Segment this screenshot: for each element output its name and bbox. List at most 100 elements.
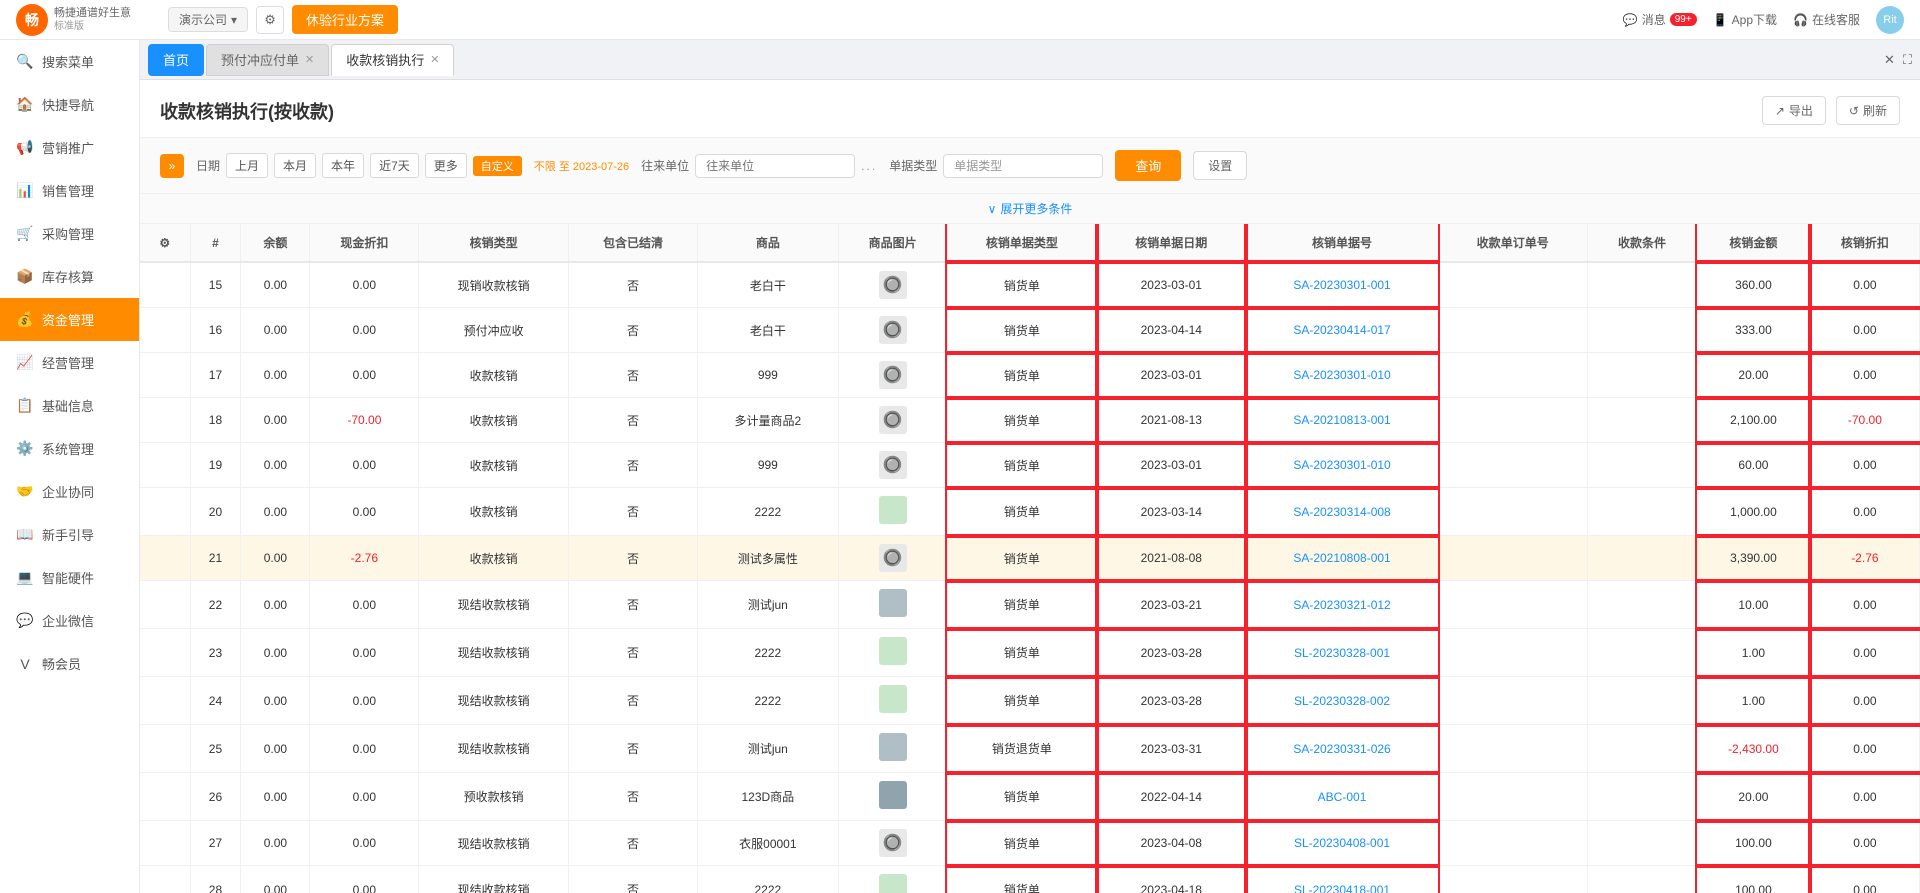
avatar[interactable]: Rit: [1876, 6, 1904, 34]
cell-seq: 27: [190, 821, 241, 866]
cell-cancel-no[interactable]: SA-20230301-010: [1246, 353, 1438, 398]
cell-cash-discount: 0.00: [310, 866, 419, 893]
cell-cancel-amount: 3,390.00: [1697, 536, 1811, 581]
sidebar-item-marketing[interactable]: 📢 营销推广: [0, 126, 139, 169]
cell-cancel-no[interactable]: SA-20230331-026: [1246, 725, 1438, 773]
refresh-button[interactable]: ↺ 刷新: [1836, 96, 1900, 125]
cell-cancel-amount: 1.00: [1697, 629, 1811, 677]
cell-cancel-date: 2023-03-28: [1097, 629, 1246, 677]
solution-button[interactable]: 休验行业方案: [292, 5, 398, 34]
cell-cancel-voucher-type: 销货单: [947, 398, 1096, 443]
cell-cash-discount: 0.00: [310, 725, 419, 773]
cell-cancel-no[interactable]: SA-20210813-001: [1246, 398, 1438, 443]
col-seq-header: #: [190, 224, 241, 262]
cell-settings: [140, 629, 190, 677]
export-button[interactable]: ↗ 导出: [1762, 96, 1826, 125]
close-window-icon[interactable]: ✕: [1884, 52, 1895, 68]
cell-cancel-date: 2023-04-18: [1097, 866, 1246, 893]
cell-cancel-no[interactable]: SA-20230301-010: [1246, 443, 1438, 488]
date-this-year[interactable]: 本年: [322, 153, 364, 178]
message-nav[interactable]: 💬 消息 99+: [1623, 11, 1697, 28]
cell-cancel-no[interactable]: SL-20230418-001: [1246, 866, 1438, 893]
sidebar-item-search[interactable]: 🔍 搜索菜单: [0, 40, 139, 83]
cell-cancel-no[interactable]: SA-20230301-001: [1246, 262, 1438, 308]
product-image: [879, 733, 907, 761]
maximize-icon[interactable]: ⛶: [1903, 52, 1912, 68]
col-settings-header[interactable]: ⚙: [140, 224, 190, 262]
filter-settings-button[interactable]: 设置: [1193, 151, 1247, 180]
sidebar-item-member[interactable]: V 畅会员: [0, 642, 139, 685]
sales-icon: 📊: [16, 182, 34, 200]
cell-receipt-order-no: [1438, 262, 1587, 308]
tab-receipt-cancel[interactable]: 收款核销执行 ✕: [331, 44, 454, 76]
cell-cancel-discount: 0.00: [1810, 581, 1919, 629]
sidebar-item-operations[interactable]: 📈 经营管理: [0, 341, 139, 384]
sidebar-item-inventory[interactable]: 📦 库存核算: [0, 255, 139, 298]
product-image: 🔘: [879, 544, 907, 572]
cell-settled: 否: [568, 353, 697, 398]
cell-cancel-no[interactable]: SA-20230414-017: [1246, 308, 1438, 353]
table-row: 17 0.00 0.00 收款核销 否 999 🔘 销货单 2023-03-01…: [140, 353, 1920, 398]
sidebar-item-finance[interactable]: 💰 资金管理: [0, 298, 139, 341]
settings-icon[interactable]: ⚙: [256, 6, 284, 34]
company-selector[interactable]: 演示公司 ▾: [168, 7, 248, 32]
date-custom[interactable]: 自定义: [473, 156, 522, 176]
cell-goods-img: [838, 581, 947, 629]
tab-close-prepay[interactable]: ✕: [305, 53, 314, 66]
sidebar-item-sales[interactable]: 📊 销售管理: [0, 169, 139, 212]
counterpart-input[interactable]: [695, 154, 855, 178]
online-service-nav[interactable]: 🎧 在线客服: [1793, 11, 1860, 28]
counterpart-dots: ...: [861, 159, 877, 173]
sidebar-item-shortcuts[interactable]: 🏠 快捷导航: [0, 83, 139, 126]
sidebar-item-system[interactable]: ⚙️ 系统管理: [0, 427, 139, 470]
cell-cancel-no[interactable]: SL-20230408-001: [1246, 821, 1438, 866]
date-more[interactable]: 更多: [425, 153, 467, 178]
cell-cancel-no[interactable]: ABC-001: [1246, 773, 1438, 821]
tab-prepay[interactable]: 预付冲应付单 ✕: [206, 44, 329, 76]
cell-settled: 否: [568, 866, 697, 893]
cell-seq: 16: [190, 308, 241, 353]
cell-receipt-order-no: [1438, 773, 1587, 821]
cell-cancel-voucher-type: 销货单: [947, 821, 1096, 866]
query-button[interactable]: 查询: [1115, 150, 1181, 181]
cell-seq: 20: [190, 488, 241, 536]
filter-expand-button[interactable]: »: [160, 154, 184, 178]
date-7days[interactable]: 近7天: [370, 153, 419, 178]
page-title: 收款核销执行(按收款): [160, 98, 334, 124]
search-icon: 🔍: [16, 53, 34, 71]
wechat-icon: 💬: [16, 612, 34, 630]
sidebar-item-guide[interactable]: 📖 新手引导: [0, 513, 139, 556]
cell-cancel-no[interactable]: SA-20230314-008: [1246, 488, 1438, 536]
voucher-type-select[interactable]: 单据类型: [943, 154, 1103, 178]
sidebar-item-cooperation[interactable]: 🤝 企业协同: [0, 470, 139, 513]
cell-cancel-date: 2021-08-13: [1097, 398, 1246, 443]
cell-receipt-order-no: [1438, 821, 1587, 866]
cell-cancel-discount: 0.00: [1810, 821, 1919, 866]
col-cancel-discount-header: 核销折扣: [1810, 224, 1919, 262]
date-this-month[interactable]: 本月: [274, 153, 316, 178]
cell-cancel-no[interactable]: SL-20230328-002: [1246, 677, 1438, 725]
sidebar: 🔍 搜索菜单 🏠 快捷导航 📢 营销推广 📊 销售管理 🛒 采购管理 📦 库存核…: [0, 40, 140, 893]
cell-goods-img: 🔘: [838, 353, 947, 398]
col-cancel-date-header: 核销单据日期: [1097, 224, 1246, 262]
expand-more-button[interactable]: ∨ 展开更多条件: [988, 200, 1073, 217]
cell-goods-img: [838, 488, 947, 536]
sidebar-item-hardware[interactable]: 💻 智能硬件: [0, 556, 139, 599]
logo: 畅 畅捷通谱好生意 标准版: [16, 4, 156, 36]
cell-cancel-no[interactable]: SL-20230328-001: [1246, 629, 1438, 677]
cell-cancel-amount: 10.00: [1697, 581, 1811, 629]
col-receipt-cond-header: 收款条件: [1587, 224, 1696, 262]
sidebar-item-basic-info[interactable]: 📋 基础信息: [0, 384, 139, 427]
sidebar-item-purchase[interactable]: 🛒 采购管理: [0, 212, 139, 255]
cell-cancel-no[interactable]: SA-20230321-012: [1246, 581, 1438, 629]
table-row: 23 0.00 0.00 现结收款核销 否 2222 销货单 2023-03-2…: [140, 629, 1920, 677]
col-cancel-voucher-type-header: 核销单据类型: [947, 224, 1096, 262]
sidebar-item-wechat[interactable]: 💬 企业微信: [0, 599, 139, 642]
cell-cancel-no[interactable]: SA-20210808-001: [1246, 536, 1438, 581]
tab-home[interactable]: 首页: [148, 44, 204, 76]
date-hint-group: 不限 至 2023-07-26: [534, 158, 629, 174]
date-last-month[interactable]: 上月: [226, 153, 268, 178]
app-download-nav[interactable]: 📱 App下载: [1713, 11, 1777, 28]
tab-close-receipt[interactable]: ✕: [430, 53, 439, 66]
info-icon: 📋: [16, 397, 34, 415]
